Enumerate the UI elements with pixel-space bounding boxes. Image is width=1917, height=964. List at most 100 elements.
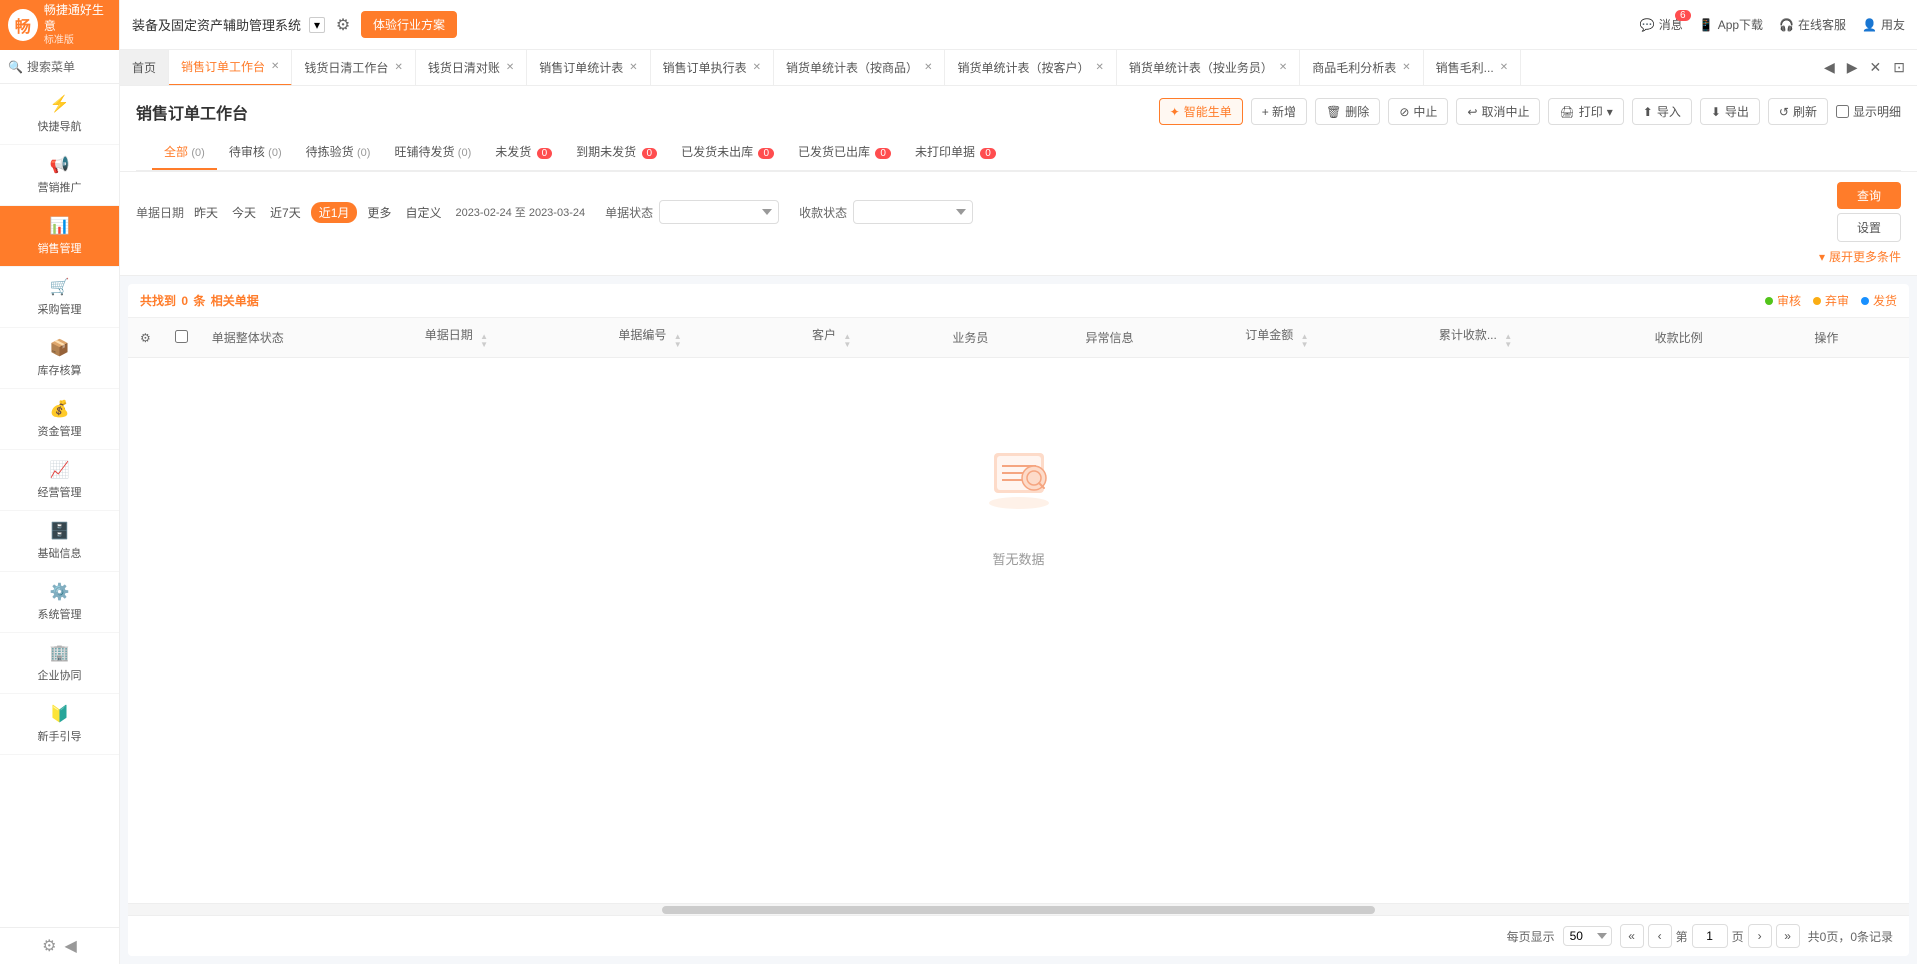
tab-sales-order-close[interactable]: ✕ [271,61,279,72]
payment-filter: 收款状态 [799,200,973,224]
new-button[interactable]: + 新增 [1251,98,1307,125]
tab-gross-profit[interactable]: 商品毛利分析表 ✕ [1300,50,1423,86]
solution-button[interactable]: 体验行业方案 [361,11,457,38]
refresh-button[interactable]: ↺ 刷新 [1768,98,1828,125]
export-button[interactable]: ⬇ 导出 [1700,98,1760,125]
tab-cash-reconcile[interactable]: 钱货日清对账 ✕ [416,50,527,86]
tab-cash-daily-close[interactable]: ✕ [394,62,402,73]
app-download-item[interactable]: 📱 App下载 [1699,16,1763,33]
tab-cash-reconcile-close[interactable]: ✕ [506,62,514,73]
ai-generate-button[interactable]: ✦ 智能生单 [1159,98,1243,125]
col-amount[interactable]: 订单金额 ▲ ▼ [1233,318,1427,358]
payment-select[interactable] [853,200,973,224]
date-yesterday[interactable]: 昨天 [190,202,222,223]
date-7days[interactable]: 近7天 [266,202,305,223]
sidebar-collapse-icon[interactable]: ◀ [65,936,77,956]
filter-tab-not-shipped[interactable]: 未发货 0 [483,135,564,170]
ship-action[interactable]: 发货 [1861,292,1897,309]
filter-tab-not-printed[interactable]: 未打印单据 0 [903,135,1008,170]
sidebar-item-sales[interactable]: 📊 销售管理 [0,206,119,267]
filter-tab-pending-review[interactable]: 待审核 (0) [217,135,294,170]
filter-tab-all[interactable]: 全部 (0) [152,135,217,170]
print-button[interactable]: 🖨 打印 ▾ [1548,98,1623,125]
page-next-btn[interactable]: › [1748,924,1772,948]
tab-sales-more-close[interactable]: ✕ [1500,62,1508,73]
scroll-area[interactable] [128,903,1909,915]
date-filter: 单据日期 昨天 今天 近7天 近1月 更多 自定义 2023-02-24 至 2… [136,202,585,223]
sidebar-item-newbie[interactable]: 🔰 新手引导 [0,694,119,755]
sidebar-item-operation[interactable]: 📈 经营管理 [0,450,119,511]
tab-sales-stat-close[interactable]: ✕ [629,62,637,73]
col-date[interactable]: 单据日期 ▲ ▼ [413,318,607,358]
service-icon: 🎧 [1779,18,1794,32]
cancel-stop-button[interactable]: ↩ 取消中止 [1456,98,1540,125]
page-last-btn[interactable]: » [1776,924,1800,948]
tab-sales-summary-customer-close[interactable]: ✕ [1095,62,1103,73]
tab-sales-stat[interactable]: 销售订单统计表 ✕ [527,50,650,86]
import-button[interactable]: ⬆ 导入 [1632,98,1692,125]
tabs-nav-next[interactable]: ▶ [1843,57,1862,78]
filter-tab-shipped-out[interactable]: 已发货已出库 0 [786,135,903,170]
topbar-settings-icon[interactable]: ⚙ [333,15,353,35]
filter-tab-overdue-ship[interactable]: 到期未发货 0 [564,135,669,170]
tab-home[interactable]: 首页 [120,50,169,86]
tab-sales-summary-product[interactable]: 销货单统计表（按商品） ✕ [774,50,945,86]
show-detail-toggle[interactable]: 显示明细 [1836,103,1901,120]
cancel-review-action[interactable]: 弃审 [1813,292,1849,309]
page-size-select[interactable]: 50 10 20 100 [1563,926,1612,946]
sidebar-item-quick-nav[interactable]: ⚡ 快捷导航 [0,84,119,145]
page-first-btn[interactable]: « [1620,924,1644,948]
review-action[interactable]: 审核 [1765,292,1801,309]
tabs-expand[interactable]: ⊡ [1889,57,1909,78]
filter-tab-wangpu-ship[interactable]: 旺铺待发货 (0) [382,135,483,170]
search-menu[interactable]: 🔍 搜索菜单 [0,50,119,84]
select-all-checkbox[interactable] [175,330,188,343]
filter-tab-shipped-not-out[interactable]: 已发货未出库 0 [669,135,786,170]
col-customer[interactable]: 客户 ▲ ▼ [800,318,940,358]
sidebar-item-finance[interactable]: 💰 资金管理 [0,389,119,450]
scroll-thumb[interactable] [662,906,1374,914]
date-1month[interactable]: 近1月 [311,202,358,223]
tab-sales-summary-staff[interactable]: 销货单统计表（按业务员） ✕ [1117,50,1300,86]
tab-sales-exec[interactable]: 销售订单执行表 ✕ [651,50,774,86]
sidebar-item-basic[interactable]: 🗄️ 基础信息 [0,511,119,572]
col-settings[interactable]: ⚙ [128,318,163,358]
filter-settings-button[interactable]: 设置 [1837,213,1901,242]
tabs-nav-prev[interactable]: ◀ [1820,57,1839,78]
sidebar-item-inventory[interactable]: 📦 库存核算 [0,328,119,389]
date-custom[interactable]: 自定义 [401,202,445,223]
tab-sales-order[interactable]: 销售订单工作台 ✕ [169,50,292,86]
status-select[interactable] [659,200,779,224]
tab-gross-profit-close[interactable]: ✕ [1402,62,1410,73]
tab-sales-summary-product-close[interactable]: ✕ [924,62,932,73]
inventory-icon: 📦 [50,338,70,358]
online-service-item[interactable]: 🎧 在线客服 [1779,16,1846,33]
tab-sales-summary-staff-close[interactable]: ✕ [1279,62,1287,73]
tab-sales-exec-close[interactable]: ✕ [753,62,761,73]
tab-sales-more[interactable]: 销售毛利... ✕ [1424,50,1521,86]
sidebar-item-marketing[interactable]: 📢 营销推广 [0,145,119,206]
delete-button[interactable]: 🗑 删除 [1315,98,1380,125]
date-more[interactable]: 更多 [363,202,395,223]
sidebar-item-system[interactable]: ⚙️ 系统管理 [0,572,119,633]
tab-sales-summary-customer[interactable]: 销货单统计表（按客户） ✕ [945,50,1116,86]
message-icon-item[interactable]: 💬 消息 6 [1640,16,1683,33]
col-no[interactable]: 单据编号 ▲ ▼ [606,318,800,358]
sidebar-settings-icon[interactable]: ⚙ [42,936,56,956]
sidebar-item-enterprise[interactable]: 🏢 企业协同 [0,633,119,694]
date-today[interactable]: 今天 [228,202,260,223]
col-collected[interactable]: 累计收款... ▲ ▼ [1427,318,1643,358]
expand-more-button[interactable]: ▾ 展开更多条件 [1819,248,1901,265]
topbar-icons: 💬 消息 6 📱 App下载 🎧 在线客服 👤 用友 [1640,16,1905,33]
query-button[interactable]: 查询 [1837,182,1901,209]
tab-cash-daily[interactable]: 钱货日清工作台 ✕ [292,50,415,86]
tabs-close-all[interactable]: ✕ [1866,57,1886,78]
user-item[interactable]: 👤 用友 [1862,16,1905,33]
page-prev-btn[interactable]: ‹ [1648,924,1672,948]
filter-tab-pending-check[interactable]: 待拣验货 (0) [294,135,383,170]
sidebar-item-purchase[interactable]: 🛒 采购管理 [0,267,119,328]
stop-button[interactable]: ⊘ 中止 [1388,98,1448,125]
page-input[interactable] [1692,924,1728,948]
show-detail-checkbox[interactable] [1836,105,1849,118]
system-dropdown[interactable]: ▾ [309,17,325,33]
